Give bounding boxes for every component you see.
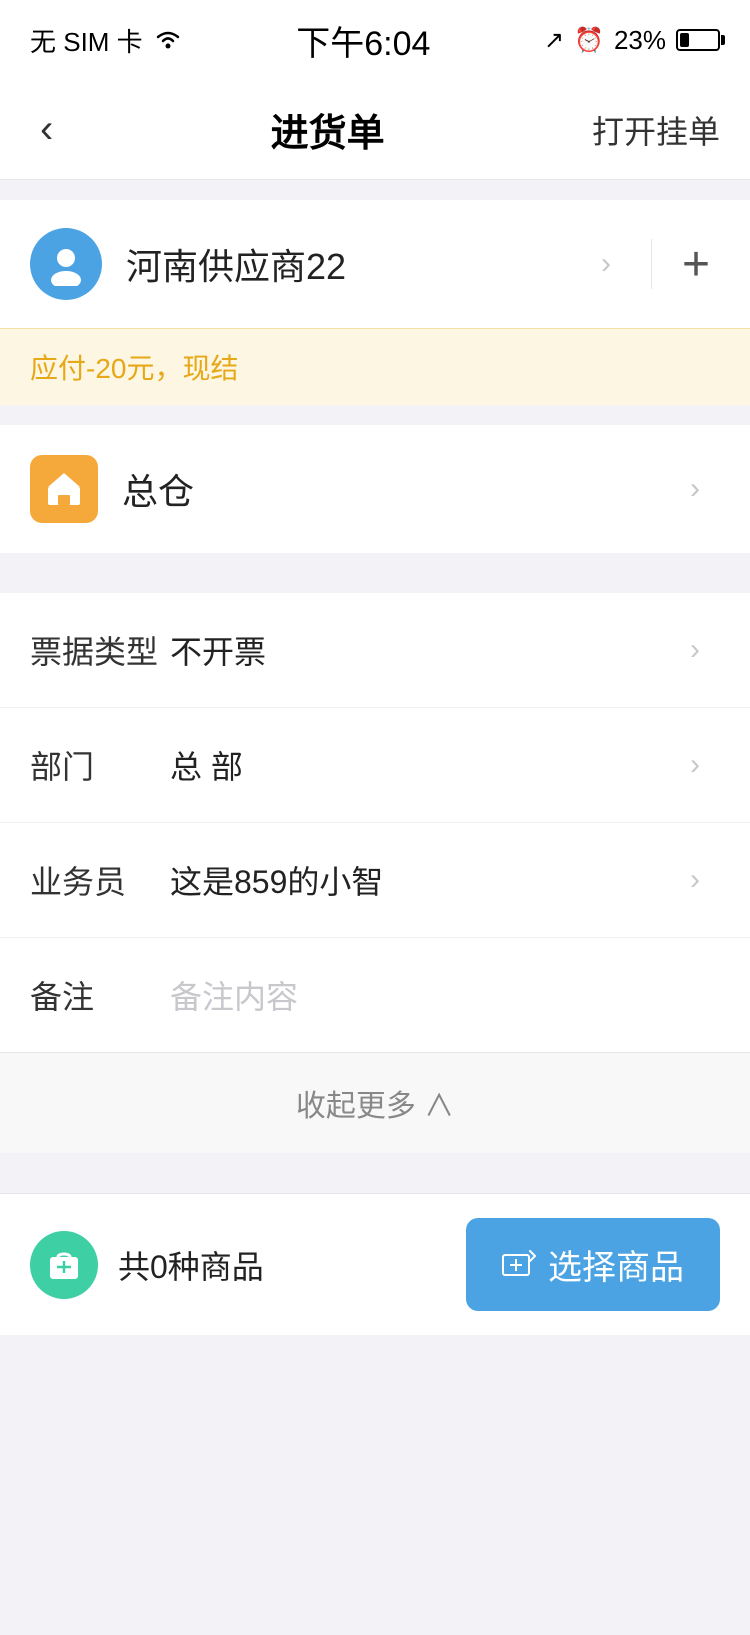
collapse-text: 收起更多 ∧ (296, 1081, 454, 1125)
status-bar: 无 SIM 卡 下午6:04 ↗ ⏰ 23% (0, 0, 750, 80)
status-time: 下午6:04 (296, 16, 430, 65)
carrier-text: 无 SIM 卡 (30, 22, 143, 59)
invoice-chevron-icon: › (690, 633, 700, 667)
supplier-row[interactable]: 河南供应商22 › + (0, 200, 750, 328)
back-button[interactable]: ‹ (30, 97, 63, 162)
section-gap-3 (0, 553, 750, 573)
footer-bar: 共0种商品 选择商品 (0, 1193, 750, 1335)
warehouse-icon (30, 455, 98, 523)
remark-row[interactable]: 备注 备注内容 (0, 938, 750, 1052)
notice-bar: 应付-20元，现结 (0, 328, 750, 405)
notice-text: 应付-20元，现结 (30, 353, 238, 384)
bottom-fill (0, 1335, 750, 1635)
staff-value: 这是859的小智 (170, 857, 690, 903)
form-section: 票据类型 不开票 › 部门 总 部 › 业务员 这是859的小智 › 备注 备注… (0, 593, 750, 1052)
location-icon: ↗ (544, 26, 564, 55)
supplier-name: 河南供应商22 (126, 238, 601, 290)
nav-bar: ‹ 进货单 打开挂单 (0, 80, 750, 180)
section-gap-2 (0, 405, 750, 425)
supplier-section: 河南供应商22 › + 应付-20元，现结 (0, 200, 750, 405)
warehouse-name: 总仓 (122, 463, 690, 515)
battery-percent: 23% (614, 25, 666, 56)
page-title: 进货单 (63, 102, 592, 157)
invoice-label: 票据类型 (30, 627, 170, 673)
section-gap-4 (0, 1153, 750, 1173)
section-gap-1 (0, 180, 750, 200)
supplier-avatar (30, 228, 102, 300)
staff-label: 业务员 (30, 857, 170, 903)
staff-row[interactable]: 业务员 这是859的小智 › (0, 823, 750, 938)
select-product-label: 选择商品 (548, 1240, 684, 1289)
alarm-icon: ⏰ (574, 26, 604, 55)
invoice-row[interactable]: 票据类型 不开票 › (0, 593, 750, 708)
product-icon (30, 1231, 98, 1299)
warehouse-section: 总仓 › (0, 425, 750, 553)
department-chevron-icon: › (690, 748, 700, 782)
remark-input[interactable]: 备注内容 (170, 972, 720, 1018)
invoice-value: 不开票 (170, 627, 690, 673)
wifi-icon (153, 25, 183, 56)
supplier-chevron-icon: › (601, 247, 611, 281)
divider (651, 239, 652, 289)
warehouse-row[interactable]: 总仓 › (0, 425, 750, 553)
remark-label: 备注 (30, 972, 170, 1018)
add-supplier-button[interactable]: + (672, 237, 720, 292)
collapse-row[interactable]: 收起更多 ∧ (0, 1052, 750, 1153)
status-left: 无 SIM 卡 (30, 22, 183, 59)
product-count: 共0种商品 (118, 1242, 466, 1288)
department-row[interactable]: 部门 总 部 › (0, 708, 750, 823)
select-product-button[interactable]: 选择商品 (466, 1218, 720, 1311)
open-pending-button[interactable]: 打开挂单 (592, 107, 720, 153)
staff-chevron-icon: › (690, 863, 700, 897)
department-label: 部门 (30, 742, 170, 788)
department-value: 总 部 (170, 742, 690, 788)
warehouse-chevron-icon: › (690, 472, 700, 506)
battery-icon (676, 29, 720, 51)
status-right: ↗ ⏰ 23% (544, 25, 720, 56)
